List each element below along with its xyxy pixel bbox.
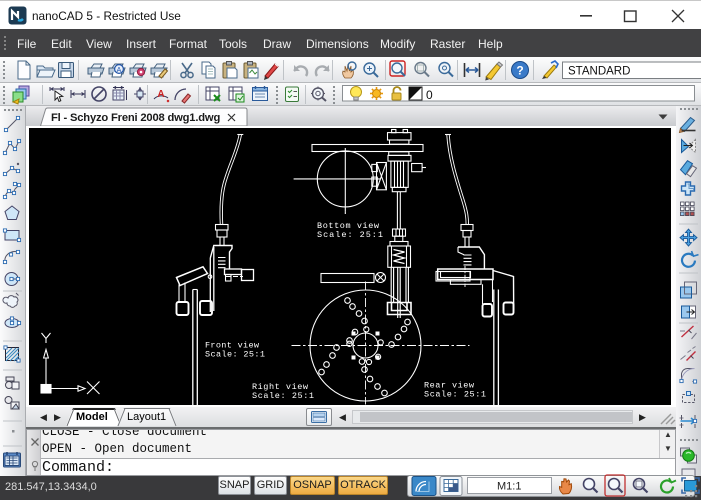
- svg-text:A: A: [117, 67, 122, 74]
- svg-text:Scale: 25:1: Scale: 25:1: [317, 230, 383, 240]
- svg-text:M1:1: M1:1: [497, 481, 521, 493]
- svg-text:Scale: 25:1: Scale: 25:1: [424, 389, 486, 399]
- svg-text:Scale: 25:1: Scale: 25:1: [252, 391, 314, 401]
- svg-text:Scale: 25:1: Scale: 25:1: [205, 349, 265, 359]
- svg-text:?: ?: [516, 64, 523, 78]
- svg-text:0: 0: [426, 88, 433, 102]
- svg-text:STANDARD: STANDARD: [568, 66, 630, 78]
- svg-text:A: A: [157, 89, 164, 100]
